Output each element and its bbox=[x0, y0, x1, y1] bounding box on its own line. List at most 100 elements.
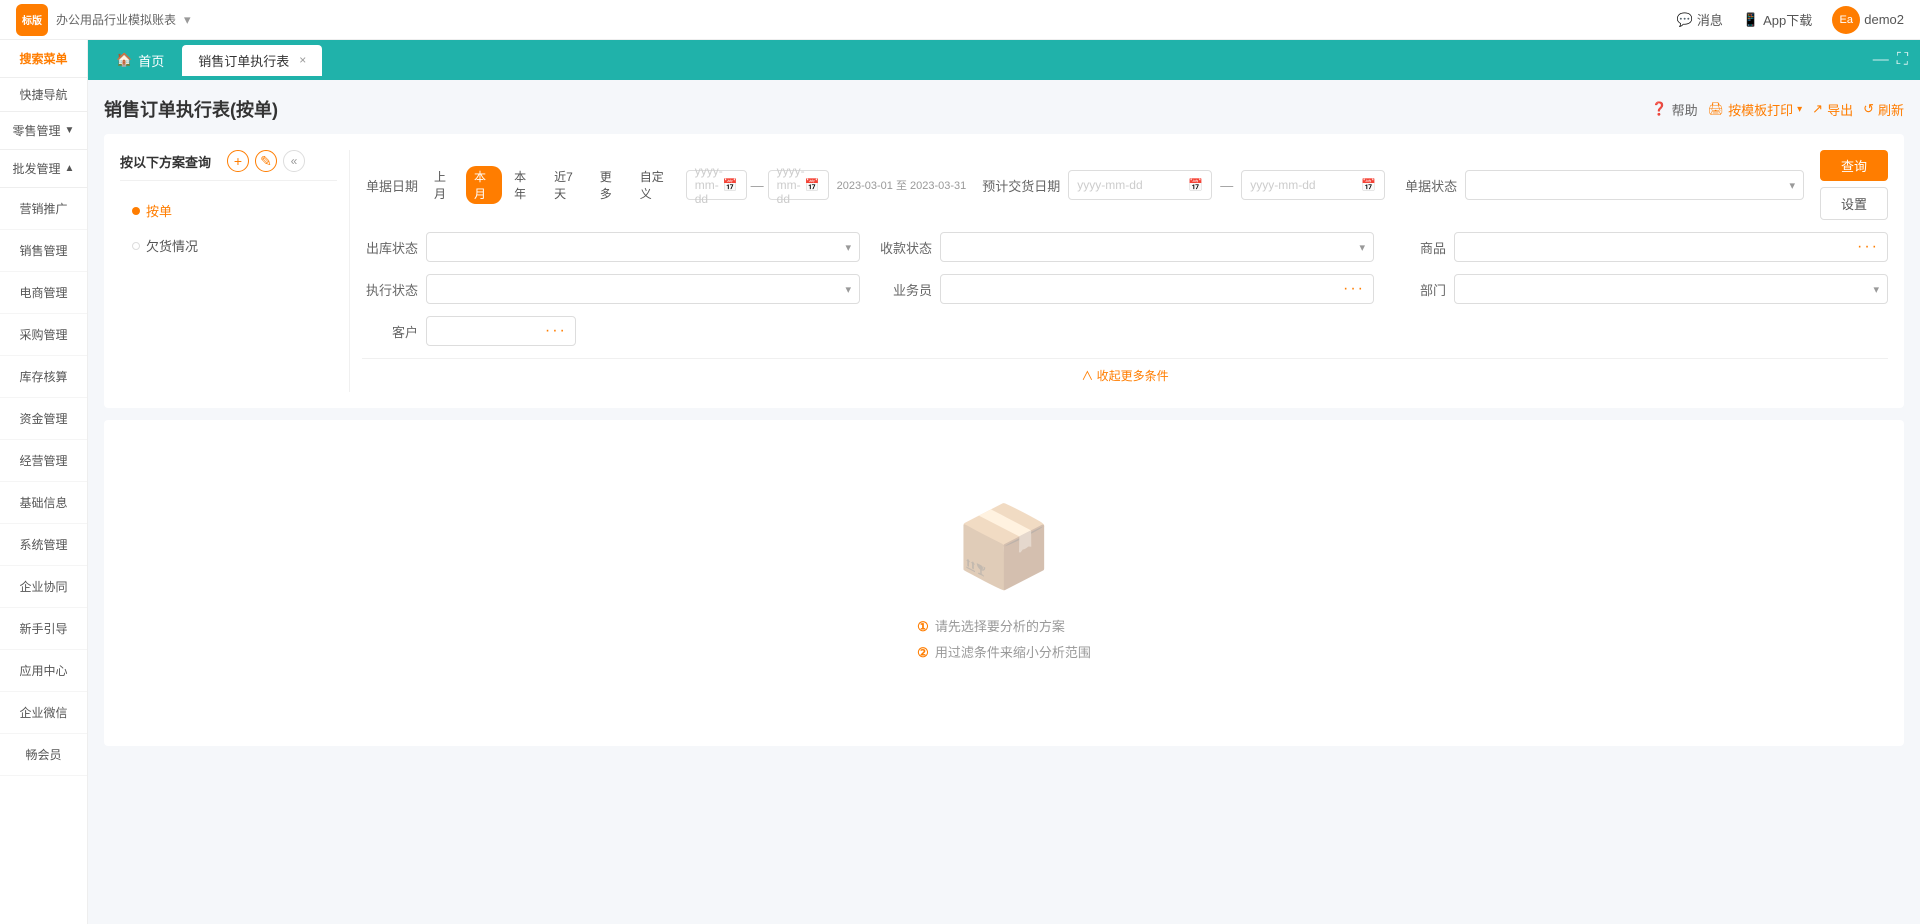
tab-salesorder[interactable]: 销售订单执行表 × bbox=[182, 45, 322, 76]
date-tab-last7days[interactable]: 近7天 bbox=[546, 166, 588, 204]
user-avatar: Ea bbox=[1832, 6, 1860, 34]
active-dot bbox=[132, 207, 140, 215]
status-select[interactable]: ▾ bbox=[1465, 170, 1804, 200]
dept-arrow: ▾ bbox=[1873, 283, 1879, 296]
tab-salesorder-close[interactable]: × bbox=[299, 53, 306, 67]
outbound-arrow: ▾ bbox=[845, 241, 851, 254]
maximize-btn[interactable]: ⛶ bbox=[1897, 51, 1908, 69]
sidebar-item-system[interactable]: 系统管理 bbox=[0, 524, 87, 566]
print-dropdown-icon[interactable]: ▾ bbox=[1797, 104, 1802, 115]
sidebar-item-newguide[interactable]: 新手引导 bbox=[0, 608, 87, 650]
message-icon: 💬 bbox=[1677, 12, 1693, 28]
app-logo: 标版 bbox=[16, 4, 48, 36]
collapse-scheme-btn[interactable]: « bbox=[283, 150, 305, 172]
app-download-btn[interactable]: 📱 App下载 bbox=[1743, 10, 1812, 29]
download-icon: 📱 bbox=[1743, 12, 1759, 28]
refresh-btn[interactable]: ↺ 刷新 bbox=[1863, 100, 1904, 119]
help-icon: ❓ bbox=[1651, 101, 1667, 117]
execution-select[interactable]: ▾ bbox=[426, 274, 860, 304]
sidebar-label-purchase: 采购管理 bbox=[4, 326, 83, 343]
customer-label: 客户 bbox=[362, 322, 418, 341]
add-scheme-btn[interactable]: + bbox=[227, 150, 249, 172]
status-label: 单据状态 bbox=[1401, 176, 1457, 195]
sidebar-label-operations: 经营管理 bbox=[4, 452, 83, 469]
sidebar-label-system: 系统管理 bbox=[4, 536, 83, 553]
settings-btn[interactable]: 设置 bbox=[1820, 187, 1888, 220]
dept-select[interactable]: ▾ bbox=[1454, 274, 1888, 304]
expected-end-date[interactable]: yyyy-mm-dd 📅 bbox=[1241, 170, 1385, 200]
salesman-dots: ··· bbox=[1343, 280, 1365, 298]
edit-scheme-btn[interactable]: ✎ bbox=[255, 150, 277, 172]
product-label: 商品 bbox=[1390, 238, 1446, 257]
sidebar-label-marketing: 营销推广 bbox=[4, 200, 83, 217]
sidebar-item-basic[interactable]: 基础信息 bbox=[0, 482, 87, 524]
arrears-icon bbox=[132, 242, 140, 250]
expected-start-date[interactable]: yyyy-mm-dd 📅 bbox=[1068, 170, 1212, 200]
product-dots: ··· bbox=[1857, 238, 1879, 256]
minimize-btn[interactable]: — bbox=[1873, 51, 1889, 69]
sidebar-search[interactable]: 搜索菜单 bbox=[0, 40, 87, 78]
date-tab-lastmonth[interactable]: 上月 bbox=[426, 166, 462, 204]
expected-date-label: 预计交货日期 bbox=[982, 176, 1060, 195]
date-tab-more[interactable]: 更多 bbox=[592, 166, 628, 204]
calendar-exp-icon: 📅 bbox=[1188, 178, 1203, 192]
sidebar-item-enterprise[interactable]: 企业协同 bbox=[0, 566, 87, 608]
empty-icon: 📦 bbox=[954, 500, 1054, 594]
collection-select[interactable]: ▾ bbox=[940, 232, 1374, 262]
outbound-label: 出库状态 bbox=[362, 238, 418, 257]
sidebar-item-inventory[interactable]: 库存核算 bbox=[0, 356, 87, 398]
sidebar-item-finance[interactable]: 资金管理 bbox=[0, 398, 87, 440]
chevron-up-icon: ▲ bbox=[65, 163, 75, 174]
sidebar-item-purchase[interactable]: 采购管理 bbox=[0, 314, 87, 356]
sidebar-item-appcenter[interactable]: 应用中心 bbox=[0, 650, 87, 692]
help-btn[interactable]: ❓ 帮助 bbox=[1651, 100, 1697, 119]
sidebar-nav[interactable]: 快捷导航 bbox=[0, 78, 87, 112]
sidebar-label-sales: 销售管理 bbox=[4, 242, 83, 259]
page-title: 销售订单执行表(按单) bbox=[104, 96, 278, 122]
sidebar-item-retail[interactable]: 零售管理 ▼ bbox=[0, 112, 87, 150]
sidebar-label-enterprise: 企业协同 bbox=[4, 578, 83, 595]
customer-select[interactable]: ··· bbox=[426, 316, 576, 346]
sidebar-label-retail: 零售管理 bbox=[13, 122, 61, 139]
sidebar-item-wholesale[interactable]: 批发管理 ▲ bbox=[0, 150, 87, 188]
date-tab-thismonth[interactable]: 本月 bbox=[466, 166, 502, 204]
scheme-arrears[interactable]: 欠货情况 bbox=[120, 228, 337, 263]
end-date-input[interactable]: yyyy-mm-dd 📅 bbox=[768, 170, 829, 200]
message-btn[interactable]: 💬 消息 bbox=[1677, 10, 1723, 29]
collection-label: 收款状态 bbox=[876, 238, 932, 257]
date-tab-custom[interactable]: 自定义 bbox=[632, 166, 678, 204]
execution-arrow: ▾ bbox=[845, 283, 851, 296]
user-profile[interactable]: Ea demo2 bbox=[1832, 6, 1904, 34]
execution-label: 执行状态 bbox=[362, 280, 418, 299]
sidebar-item-vip[interactable]: 畅会员 bbox=[0, 734, 87, 776]
sidebar-label-inventory: 库存核算 bbox=[4, 368, 83, 385]
product-select[interactable]: ··· bbox=[1454, 232, 1888, 262]
date-tab-thisyear[interactable]: 本年 bbox=[506, 166, 542, 204]
refresh-icon: ↺ bbox=[1863, 101, 1874, 117]
salesman-select[interactable]: ··· bbox=[940, 274, 1374, 304]
app-dropdown-icon[interactable]: ▾ bbox=[184, 12, 191, 28]
sidebar-item-sales[interactable]: 销售管理 bbox=[0, 230, 87, 272]
calendar-end-icon: 📅 bbox=[805, 178, 820, 192]
print-icon: 🖨 bbox=[1708, 101, 1725, 117]
status-select-arrow: ▾ bbox=[1789, 179, 1795, 192]
export-btn[interactable]: ↗ 导出 bbox=[1812, 100, 1853, 119]
collapse-more-btn[interactable]: ∧ 收起更多条件 bbox=[362, 358, 1888, 392]
sidebar-label-appcenter: 应用中心 bbox=[4, 662, 83, 679]
chevron-down-icon: ▼ bbox=[65, 125, 75, 136]
sidebar-label-vip: 畅会员 bbox=[4, 746, 83, 763]
sidebar-item-corpwechat[interactable]: 企业微信 bbox=[0, 692, 87, 734]
template-print-btn[interactable]: 🖨 按模板打印 ▾ bbox=[1708, 100, 1803, 119]
outbound-select[interactable]: ▾ bbox=[426, 232, 860, 262]
tab-home[interactable]: 🏠 首页 bbox=[100, 45, 180, 76]
query-btn[interactable]: 查询 bbox=[1820, 150, 1888, 181]
start-date-input[interactable]: yyyy-mm-dd 📅 bbox=[686, 170, 747, 200]
sidebar-item-operations[interactable]: 经营管理 bbox=[0, 440, 87, 482]
scheme-byorder[interactable]: 按单 bbox=[120, 193, 337, 228]
empty-state: 📦 ① 请先选择要分析的方案 ② 用过滤条件来缩小分析范围 bbox=[104, 420, 1904, 746]
salesman-label: 业务员 bbox=[876, 280, 932, 299]
customer-dots: ··· bbox=[545, 322, 567, 340]
sidebar-item-ecommerce[interactable]: 电商管理 bbox=[0, 272, 87, 314]
calendar-icon: 📅 bbox=[723, 178, 738, 192]
sidebar-item-marketing[interactable]: 营销推广 bbox=[0, 188, 87, 230]
